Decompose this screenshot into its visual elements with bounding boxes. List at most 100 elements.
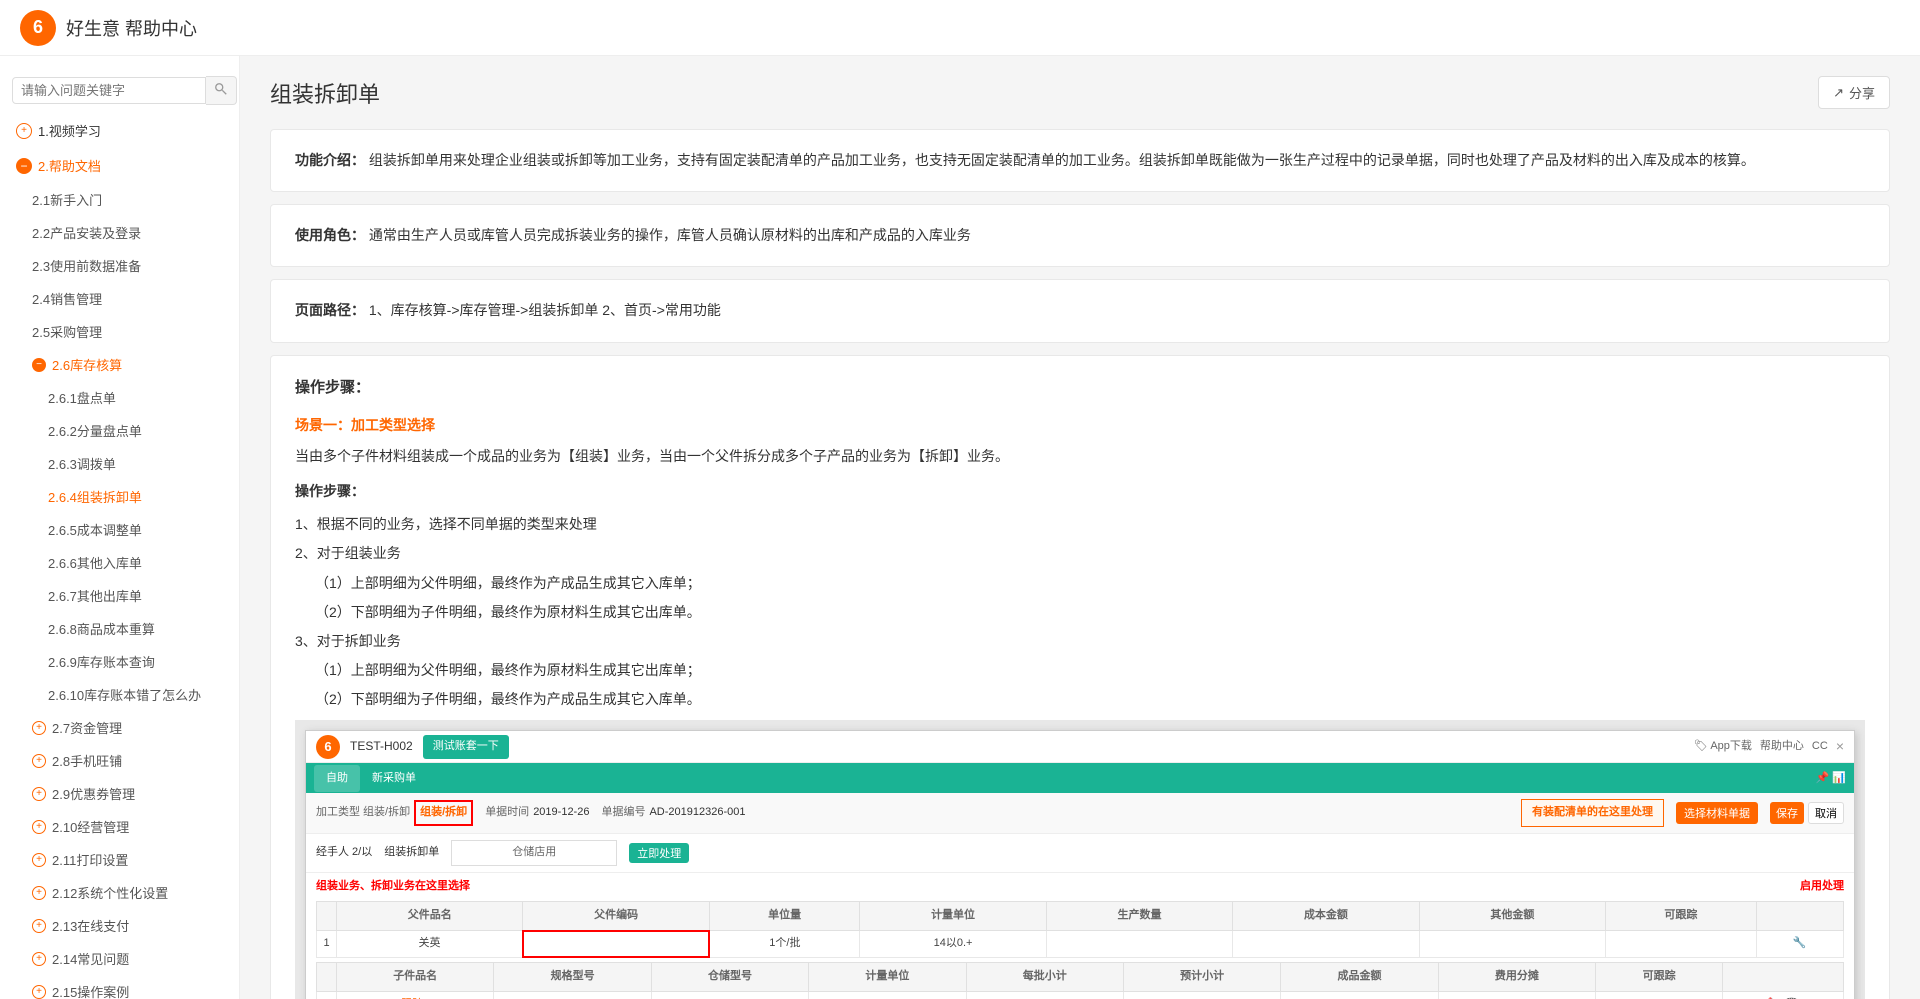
plus-icon-10: + — [32, 985, 46, 999]
table-row: 1 跟踪1 (1.0*4)+ 30.00 0.00 0.00 0.00 — [317, 992, 1844, 999]
col2-sub-name: 子件品名 — [337, 963, 494, 992]
sidebar-item-adjust[interactable]: 2.6.3调拨单 — [0, 447, 239, 480]
sidebar-item-ops[interactable]: + 2.10经营管理 — [0, 810, 239, 843]
app-title: TEST-H002 — [350, 736, 413, 758]
sidebar-item-sales[interactable]: 2.4销售管理 — [0, 282, 239, 315]
annotation-notice-1: 有装配清单的在这里处理 — [1521, 799, 1664, 827]
sidebar-item-inventory[interactable]: − 2.6库存核算 — [0, 348, 239, 381]
step-1: 1、根据不同的业务，选择不同单据的类型来处理 — [295, 512, 1865, 537]
cell-num: 1 — [317, 931, 337, 958]
step-3: 3、对于拆卸业务 — [295, 629, 1865, 654]
sidebar-item-personalize[interactable]: + 2.12系统个性化设置 — [0, 876, 239, 909]
sidebar-item-online-pay[interactable]: + 2.13在线支付 — [0, 909, 239, 942]
search-input[interactable] — [12, 77, 206, 104]
path-intro-block: 页面路径： 1、库存核算->库存管理->组装拆卸单 2、首页->常用功能 — [270, 279, 1890, 342]
col-other-amt: 其他金额 — [1419, 901, 1605, 930]
minus-icon-2: − — [32, 358, 46, 372]
plus-icon: + — [16, 123, 32, 139]
sidebar-item-stocktake[interactable]: 2.6.1盘点单 — [0, 381, 239, 414]
app-btn-help: 帮助中心 — [1760, 737, 1804, 757]
cell-track: 0.00 — [1596, 992, 1723, 999]
sidebar-item-faq[interactable]: + 2.14常见问题 — [0, 942, 239, 975]
tab-self-service[interactable]: 自助 — [314, 765, 360, 793]
app-name: 好生意 帮助中心 — [66, 15, 197, 41]
app-window: 6 TEST-H002 测试账套一下 🏷 App下载 帮助中心 CC × 自助 — [305, 730, 1855, 999]
feature-intro-block: 功能介绍： 组装拆卸单用来处理企业组装或拆卸等加工业务，支持有固定装配清单的产品… — [270, 129, 1890, 192]
table-row: 1 关英 1个/批 14以0.+ 🔧 — [317, 931, 1844, 958]
warehouse-input[interactable]: 仓储店用 — [451, 840, 617, 866]
col2-prod-amt: 成品金额 — [1281, 963, 1438, 992]
step-2-2: （2）下部明细为子件明细，最终作为原材料生成其它出库单。 — [295, 600, 1865, 625]
role-intro-text: 通常由生产人员或库管人员完成拆装业务的操作，库管人员确认原材料的出库和产成品的入… — [369, 227, 971, 243]
scenario1-title: 场景一：加工类型选择 — [295, 413, 1865, 438]
page-title: 组装拆卸单 — [270, 77, 380, 109]
app-form-header: 加工类型 组装/拆卸 组装/拆卸 单据时间 2019-12-26 单据编号 AD… — [306, 793, 1854, 834]
plus-icon-4: + — [32, 787, 46, 801]
col-uom: 计量单位 — [860, 901, 1046, 930]
sidebar-item-partial-stocktake[interactable]: 2.6.2分量盘点单 — [0, 414, 239, 447]
sidebar-item-cost-recalc[interactable]: 2.6.8商品成本重算 — [0, 612, 239, 645]
col-prod-qty: 生产数量 — [1046, 901, 1232, 930]
sidebar-item-install[interactable]: 2.2产品安装及登录 — [0, 216, 239, 249]
nav-section: + 1.视频学习 − 2.帮助文档 2.1新手入门 2.2产品安装及登录 2.3… — [0, 113, 239, 999]
sidebar-item-cases[interactable]: + 2.15操作案例 — [0, 975, 239, 999]
sidebar-item-ledger-error[interactable]: 2.6.10库存账本错了怎么办 — [0, 678, 239, 711]
search-icon — [214, 82, 228, 96]
app-menu-btn[interactable]: 测试账套一下 — [423, 735, 509, 759]
form-date-field: 单据时间 2019-12-26 — [485, 803, 589, 823]
app-close-btn[interactable]: × — [1836, 734, 1844, 759]
col-cost-amt: 成本金额 — [1233, 901, 1419, 930]
sub-items-table: 子件品名 规格型号 仓储型号 计量单位 每批小计 预计小计 成品金额 费用分摊 … — [316, 962, 1844, 999]
sidebar-item-coupon[interactable]: + 2.9优惠券管理 — [0, 777, 239, 810]
cell-spec — [494, 992, 651, 999]
sidebar-item-data-prep[interactable]: 2.3使用前数据准备 — [0, 249, 239, 282]
sidebar-item-ledger-query[interactable]: 2.6.9库存账本查询 — [0, 645, 239, 678]
col2-warehouse: 仓储型号 — [651, 963, 808, 992]
cell-wh — [651, 992, 808, 999]
form-type-field: 加工类型 组装/拆卸 组装/拆卸 — [316, 800, 473, 826]
cell-act: ✏️ 🗑 — [1723, 992, 1844, 999]
sidebar-item-mobile[interactable]: + 2.8手机旺铺 — [0, 744, 239, 777]
share-button[interactable]: ↗ 分享 — [1818, 76, 1890, 109]
minus-icon: − — [16, 158, 32, 174]
tab-new-purchase[interactable]: 新采购单 — [360, 765, 428, 793]
cell-name: 关英 — [337, 931, 523, 958]
type-label: 加工类型 组装/拆卸 — [316, 803, 410, 823]
cell-uom — [809, 992, 966, 999]
sidebar-item-cost-adjust[interactable]: 2.6.5成本调整单 — [0, 513, 239, 546]
app-top-icons: 📌 📊 — [1816, 769, 1846, 789]
cell-track — [1606, 931, 1756, 958]
cell-alloc: 0.00 — [1438, 992, 1595, 999]
sidebar-item-fund[interactable]: + 2.7资金管理 — [0, 711, 239, 744]
confirm-btn[interactable]: 立即处理 — [629, 843, 689, 863]
label-info: 组装拆卸单 — [384, 843, 439, 863]
cell-prod: 0.00 — [1281, 992, 1438, 999]
plus-icon-5: + — [32, 820, 46, 834]
col2-act — [1723, 963, 1844, 992]
search-button[interactable] — [206, 76, 237, 105]
sidebar-item-other-in[interactable]: 2.6.6其他入库单 — [0, 546, 239, 579]
col2-checkbox — [317, 963, 337, 992]
path-intro-label: 页面路径： — [295, 302, 365, 318]
app-form-row2: 经手人 2/以 组装拆卸单 仓储店用 立即处理 — [306, 834, 1854, 873]
sidebar-item-video[interactable]: + 1.视频学习 — [0, 113, 239, 148]
app-btn-cc: CC — [1812, 737, 1828, 757]
sidebar-item-purchase[interactable]: 2.5采购管理 — [0, 315, 239, 348]
col-actions — [1756, 901, 1843, 930]
select-bill-btn[interactable]: 选择材料单据 — [1676, 802, 1758, 824]
col2-est: 预计小计 — [1123, 963, 1280, 992]
sidebar-item-other-out[interactable]: 2.6.7其他出库单 — [0, 579, 239, 612]
cancel-btn[interactable]: 取消 — [1808, 802, 1844, 824]
sidebar-item-docs[interactable]: − 2.帮助文档 — [0, 148, 239, 183]
app-btn-app: 🏷 App下载 — [1694, 737, 1752, 757]
sidebar-item-newcomer[interactable]: 2.1新手入门 — [0, 183, 239, 216]
scenario1-desc: 当由多个子件材料组装成一个成品的业务为【组装】业务，当由一个父件拆分成多个子产品… — [295, 444, 1865, 469]
col2-batch: 每批小计 — [966, 963, 1123, 992]
billno-value: AD-201912326-001 — [649, 803, 745, 823]
sidebar-item-print[interactable]: + 2.11打印设置 — [0, 843, 239, 876]
sidebar-item-assembly[interactable]: 2.6.4组装拆卸单 — [0, 480, 239, 513]
save-btn[interactable]: 保存 — [1770, 802, 1804, 824]
col-parent-code: 父件编码 — [523, 901, 709, 930]
cell-prod-qty — [1046, 931, 1232, 958]
col2-spec: 规格型号 — [494, 963, 651, 992]
